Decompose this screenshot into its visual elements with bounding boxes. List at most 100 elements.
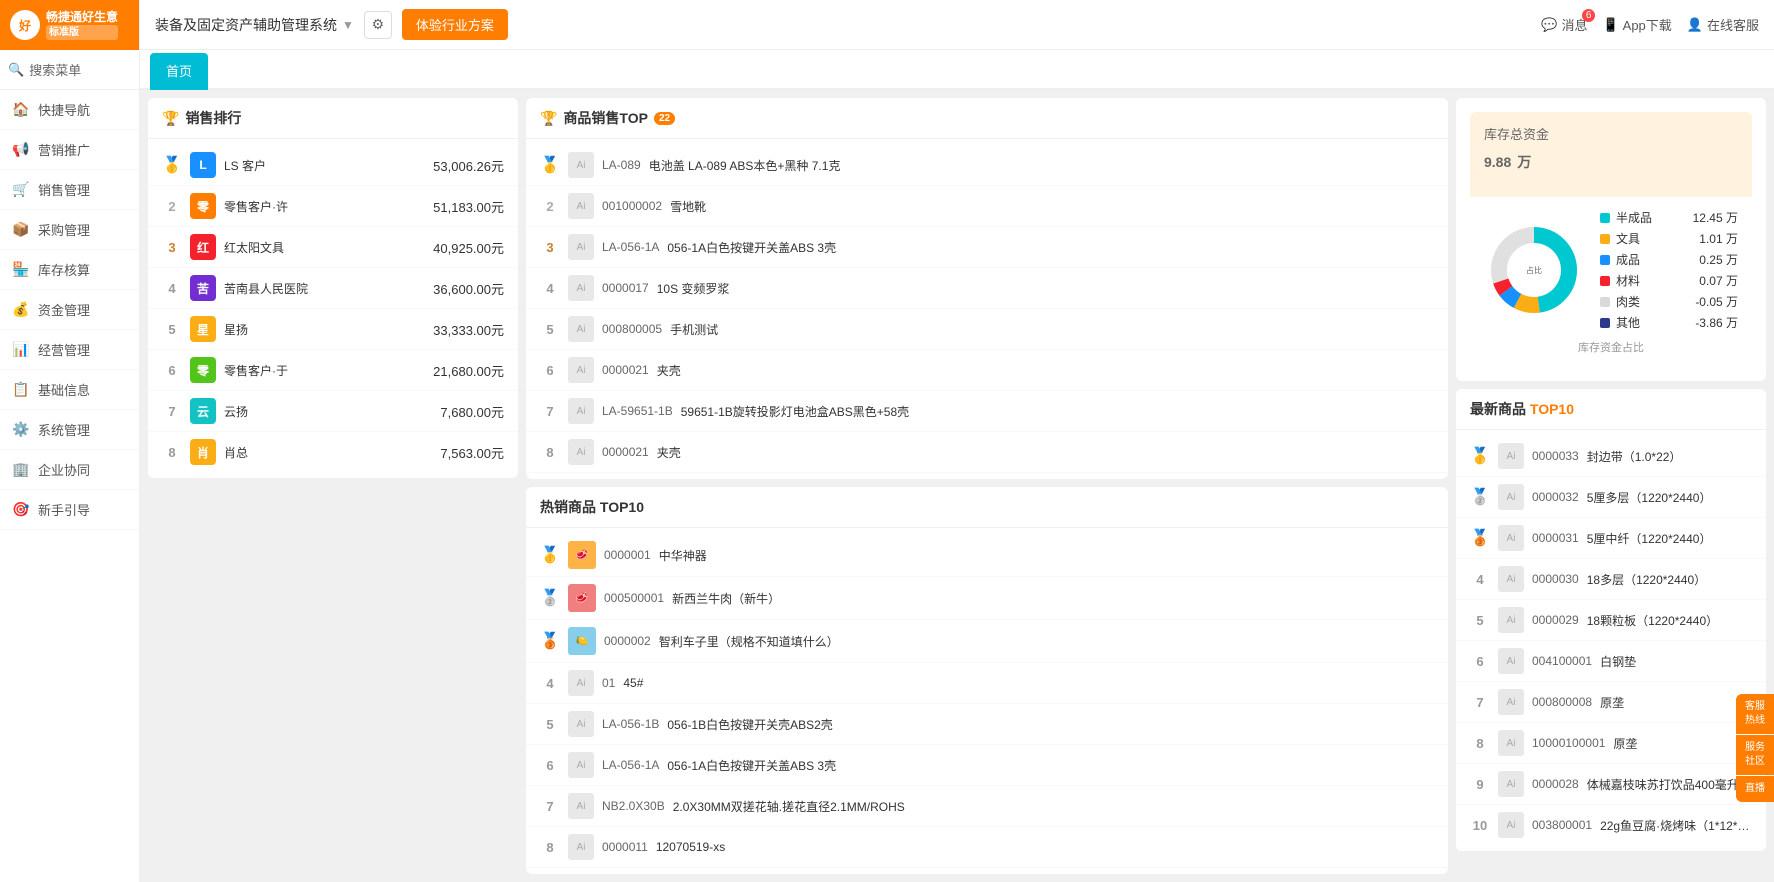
legend-name: 其他 xyxy=(1616,314,1689,331)
legend-dot xyxy=(1600,276,1610,286)
rank-item: 🥇 L LS 客户 53,006.26元 xyxy=(148,145,518,186)
online-service-label: 在线客服 xyxy=(1707,15,1759,34)
rank-item: 10 Ai 003800001 22g鱼豆腐·烧烤味（1*12*20） xyxy=(1456,805,1766,845)
company-icon: 🏢 xyxy=(12,461,30,479)
inventory-total: 9.88 万 xyxy=(1484,147,1738,173)
product-name: 新西兰牛肉（新牛） xyxy=(672,590,1434,607)
tab-home[interactable]: 首页 xyxy=(150,53,208,90)
product-name: 原垄 xyxy=(1613,735,1752,752)
sidebar-item-purchase[interactable]: 📦 采购管理 xyxy=(0,210,139,250)
product-thumb: Ai xyxy=(568,152,594,178)
sidebar-item-basic-info[interactable]: 📋 基础信息 xyxy=(0,370,139,410)
legend-name: 文具 xyxy=(1616,230,1693,247)
product-thumb: Ai xyxy=(1498,730,1524,756)
sidebar-item-company[interactable]: 🏢 企业协同 xyxy=(0,450,139,490)
rank-item: 6 Ai 0000021 夹壳 xyxy=(526,350,1448,391)
rank-medal: 🥇 xyxy=(540,545,560,565)
customer-avatar-1: L xyxy=(190,152,216,178)
customer-rank-list: 🥇 L LS 客户 53,006.26元 2 零 零售客户·许 51,183.0… xyxy=(148,139,518,478)
legend-value: 0.07 万 xyxy=(1699,272,1738,289)
product-thumb: Ai xyxy=(1498,566,1524,592)
rank-item: 8 Ai 0000021 夹壳 xyxy=(526,432,1448,473)
product-name: 夹壳 xyxy=(657,362,1434,379)
customer-avatar-8: 肖 xyxy=(190,439,216,465)
product-img: 🥩 xyxy=(568,541,596,569)
rank-num: 5 xyxy=(540,322,560,337)
search-menu[interactable]: 🔍 搜索菜单 xyxy=(0,50,139,90)
product-name: 夹壳 xyxy=(657,444,1434,461)
settings-button[interactable]: ⚙ xyxy=(364,11,392,39)
sidebar-item-sales[interactable]: 🛒 销售管理 xyxy=(0,170,139,210)
rank-num: 5 xyxy=(540,717,560,732)
sidebar-item-quick-nav[interactable]: 🏠 快捷导航 xyxy=(0,90,139,130)
customer-avatar-2: 零 xyxy=(190,193,216,219)
dropdown-arrow-icon[interactable]: ▼ xyxy=(342,18,354,32)
rank-num: 6 xyxy=(540,758,560,773)
rank-item: 2 Ai 001000002 雪地靴 xyxy=(526,186,1448,227)
float-btn-service[interactable]: 客服热线 xyxy=(1736,694,1774,734)
product-code: LA-089 xyxy=(602,158,641,172)
product-thumb: Ai xyxy=(568,752,594,778)
rank-item: 9 Ai LA-59651-1B 59651-1B旋转投影灯电池盒ABS黑色+5… xyxy=(526,473,1448,479)
customer-name-8: 肖总 xyxy=(224,444,432,461)
rank-medal: 🥉 xyxy=(1470,528,1490,548)
rank-num-4: 4 xyxy=(162,281,182,296)
sidebar-item-label: 销售管理 xyxy=(38,180,90,199)
rank-item: 2 零 零售客户·许 51,183.00元 xyxy=(148,186,518,227)
legend-item: 成品 0.25 万 xyxy=(1600,251,1738,268)
product-code: 0000011 xyxy=(602,840,648,854)
product-thumb: Ai xyxy=(568,793,594,819)
sidebar-item-label: 采购管理 xyxy=(38,220,90,239)
customer-name-7: 云扬 xyxy=(224,403,432,420)
product-thumb: Ai xyxy=(568,439,594,465)
product-code: 01 xyxy=(602,676,615,690)
basic-info-icon: 📋 xyxy=(12,381,30,399)
search-icon: 🔍 xyxy=(8,62,24,78)
float-btn-community[interactable]: 服务社区 xyxy=(1736,735,1774,775)
inventory-card: 库存总资金 9.88 万 xyxy=(1456,98,1766,381)
product-name: 手机测试 xyxy=(670,321,1434,338)
sidebar: 好 畅捷通好生意 标准版 🔍 搜索菜单 🏠 快捷导航 📢 营销推广 🛒 销售管理… xyxy=(0,0,140,882)
home-icon: 🏠 xyxy=(12,101,30,119)
rank-medal: 🥇 xyxy=(540,155,560,175)
product-thumb: Ai xyxy=(568,670,594,696)
rank-item: 🥈 🥩 000500001 新西兰牛肉（新牛） xyxy=(526,577,1448,620)
sidebar-item-guide[interactable]: 🎯 新手引导 xyxy=(0,490,139,530)
sidebar-item-finance[interactable]: 💰 资金管理 xyxy=(0,290,139,330)
rank-item: 🥉 Ai 0000031 5厘中纤（1220*2440） xyxy=(1456,518,1766,559)
new-products-header: 最新商品 TOP10 xyxy=(1456,389,1766,430)
product-thumb: Ai xyxy=(1498,689,1524,715)
sidebar-item-label: 经营管理 xyxy=(38,340,90,359)
product-name: 056-1A白色按键开关盖ABS 3壳 xyxy=(667,239,1434,256)
customer-value-5: 33,333.00元 xyxy=(433,320,504,339)
product-code: 0000028 xyxy=(1532,777,1579,791)
sidebar-item-inventory[interactable]: 🏪 库存核算 xyxy=(0,250,139,290)
customer-value-7: 7,680.00元 xyxy=(440,402,504,421)
legend-item: 半成品 12.45 万 xyxy=(1600,209,1738,226)
customer-value-8: 7,563.00元 xyxy=(440,443,504,462)
notification-icon: 💬 xyxy=(1541,17,1557,33)
trophy-icon: 🏆 xyxy=(162,110,179,127)
rank-item: 6 Ai 004100001 白钢垫 xyxy=(1456,641,1766,682)
new-products-list: 🥇 Ai 0000033 封边带（1.0*22） 🥈 Ai 0000032 5厘… xyxy=(1456,430,1766,851)
float-btn-live[interactable]: 直播 xyxy=(1736,776,1774,802)
online-service-button[interactable]: 👤 在线客服 xyxy=(1687,15,1759,34)
service-icon: 👤 xyxy=(1687,17,1703,33)
notification-button[interactable]: 💬 消息 6 xyxy=(1541,15,1587,34)
customer-avatar-4: 苦 xyxy=(190,275,216,301)
sidebar-item-operations[interactable]: 📊 经营管理 xyxy=(0,330,139,370)
product-code: 0000032 xyxy=(1532,490,1579,504)
sidebar-item-system[interactable]: ⚙️ 系统管理 xyxy=(0,410,139,450)
customer-name-5: 星扬 xyxy=(224,321,425,338)
trial-button[interactable]: 体验行业方案 xyxy=(402,9,508,40)
marketing-icon: 📢 xyxy=(12,141,30,159)
app-download-button[interactable]: 📱 App下载 xyxy=(1602,15,1671,34)
purchase-icon: 📦 xyxy=(12,221,30,239)
product-name: 45# xyxy=(623,676,1434,690)
customer-avatar-7: 云 xyxy=(190,398,216,424)
rank-item: 5 Ai 000800005 手机测试 xyxy=(526,309,1448,350)
customer-ranking-title: 销售排行 xyxy=(185,108,241,128)
right-column: 库存总资金 9.88 万 xyxy=(1456,98,1766,874)
rank-item: 🥉 🍋 0000002 智利车子里（规格不知道填什么） xyxy=(526,620,1448,663)
sidebar-item-marketing[interactable]: 📢 营销推广 xyxy=(0,130,139,170)
